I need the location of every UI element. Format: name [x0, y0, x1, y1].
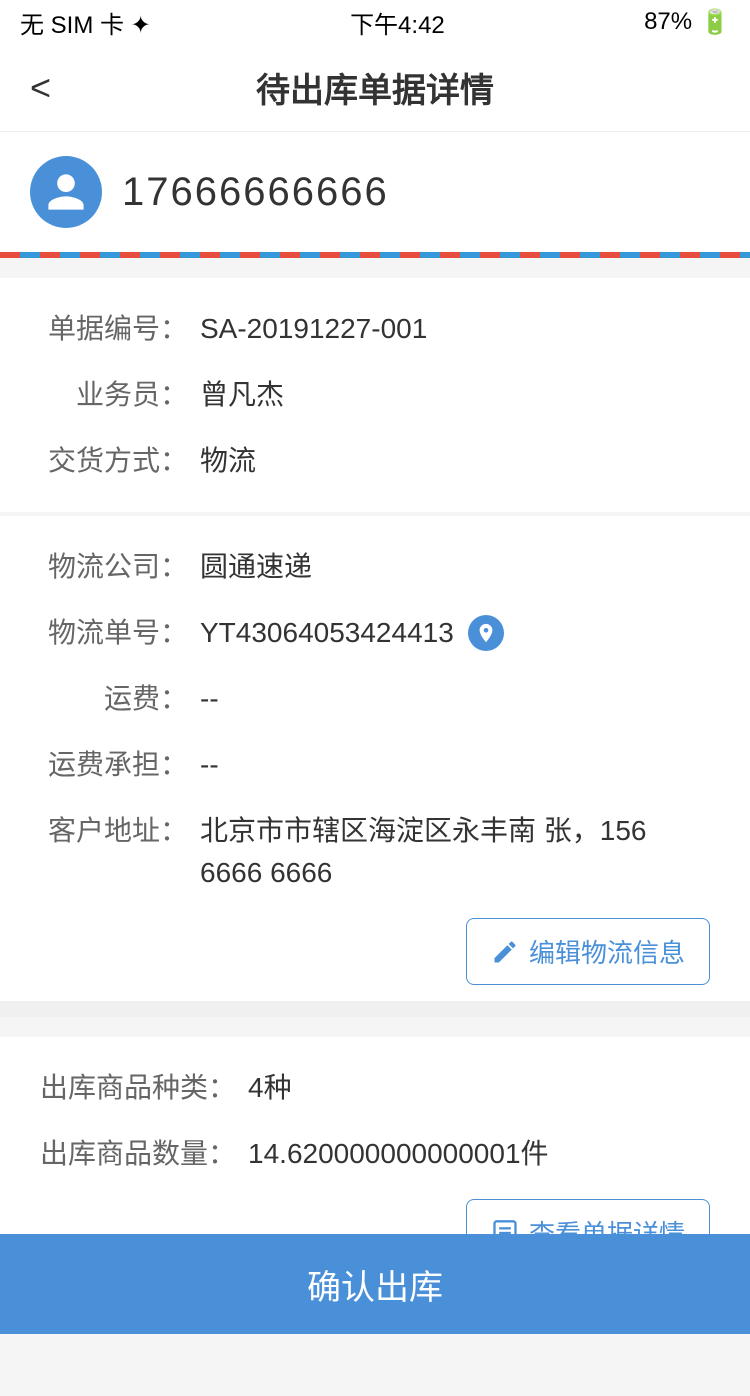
customer-phone: 17666666666	[122, 170, 389, 215]
section-divider	[0, 1001, 750, 1017]
avatar	[30, 156, 102, 228]
goods-quantity-value: 14.620000000000001件	[248, 1133, 710, 1175]
company-row: 物流公司： 圆通速递	[40, 546, 710, 588]
company-label: 物流公司：	[40, 546, 200, 588]
freight-bear-row: 运费承担： --	[40, 744, 710, 786]
battery-status: 87%	[644, 8, 692, 36]
nav-bar: < 待出库单据详情	[0, 44, 750, 132]
status-bar: 无 SIM 卡 ✦ 下午4:42 87% 🔋	[0, 0, 750, 44]
order-no-row: 单据编号： SA-20191227-001	[40, 308, 710, 350]
delivery-row: 交货方式： 物流	[40, 440, 710, 482]
goods-type-row: 出库商品种类： 4种	[40, 1067, 710, 1109]
order-no-value: SA-20191227-001	[200, 308, 710, 350]
customer-header: 17666666666	[0, 132, 750, 252]
confirm-outbound-button[interactable]: 确认出库	[0, 1234, 750, 1334]
freight-bear-label: 运费承担：	[40, 744, 200, 786]
bottom-area: 确认出库	[0, 1234, 750, 1334]
edit-btn-row: 编辑物流信息	[40, 918, 710, 985]
status-time: 下午4:42	[350, 5, 445, 40]
freight-bear-value: --	[200, 744, 710, 786]
status-left: 无 SIM 卡 ✦	[20, 5, 151, 40]
back-button[interactable]: <	[30, 67, 51, 109]
address-label: 客户地址：	[40, 810, 200, 852]
page-title: 待出库单据详情	[256, 63, 494, 112]
freight-row: 运费： --	[40, 678, 710, 720]
goods-type-value: 4种	[248, 1067, 710, 1109]
agent-row: 业务员： 曾凡杰	[40, 374, 710, 416]
sim-status: 无 SIM 卡 ✦	[20, 5, 151, 40]
dashed-separator	[0, 252, 750, 258]
battery-icon: 🔋	[700, 8, 730, 37]
delivery-label: 交货方式：	[40, 440, 200, 482]
order-info-section: 单据编号： SA-20191227-001 业务员： 曾凡杰 交货方式： 物流	[0, 278, 750, 512]
agent-value: 曾凡杰	[200, 374, 710, 416]
edit-logistics-button[interactable]: 编辑物流信息	[466, 918, 710, 985]
tracking-number: YT43064053424413	[200, 612, 454, 654]
goods-quantity-row: 出库商品数量： 14.620000000000001件	[40, 1133, 710, 1175]
edit-icon	[491, 938, 519, 966]
address-value: 北京市市辖区海淀区永丰南 张，156 6666 6666	[200, 810, 710, 894]
freight-value: --	[200, 678, 710, 720]
tracking-row: 物流单号： YT43064053424413	[40, 612, 710, 654]
location-icon[interactable]	[468, 615, 504, 651]
status-right: 87% 🔋	[644, 8, 730, 37]
edit-logistics-label: 编辑物流信息	[529, 933, 685, 970]
order-no-label: 单据编号：	[40, 308, 200, 350]
agent-label: 业务员：	[40, 374, 200, 416]
goods-quantity-label: 出库商品数量：	[40, 1133, 248, 1175]
logistics-section: 物流公司： 圆通速递 物流单号： YT43064053424413 运费： --…	[0, 516, 750, 1001]
tracking-label: 物流单号：	[40, 612, 200, 654]
freight-label: 运费：	[40, 678, 200, 720]
user-icon	[44, 170, 88, 214]
goods-type-label: 出库商品种类：	[40, 1067, 248, 1109]
company-value: 圆通速递	[200, 546, 710, 588]
tracking-value: YT43064053424413	[200, 612, 710, 654]
delivery-value: 物流	[200, 440, 710, 482]
address-row: 客户地址： 北京市市辖区海淀区永丰南 张，156 6666 6666	[40, 810, 710, 894]
